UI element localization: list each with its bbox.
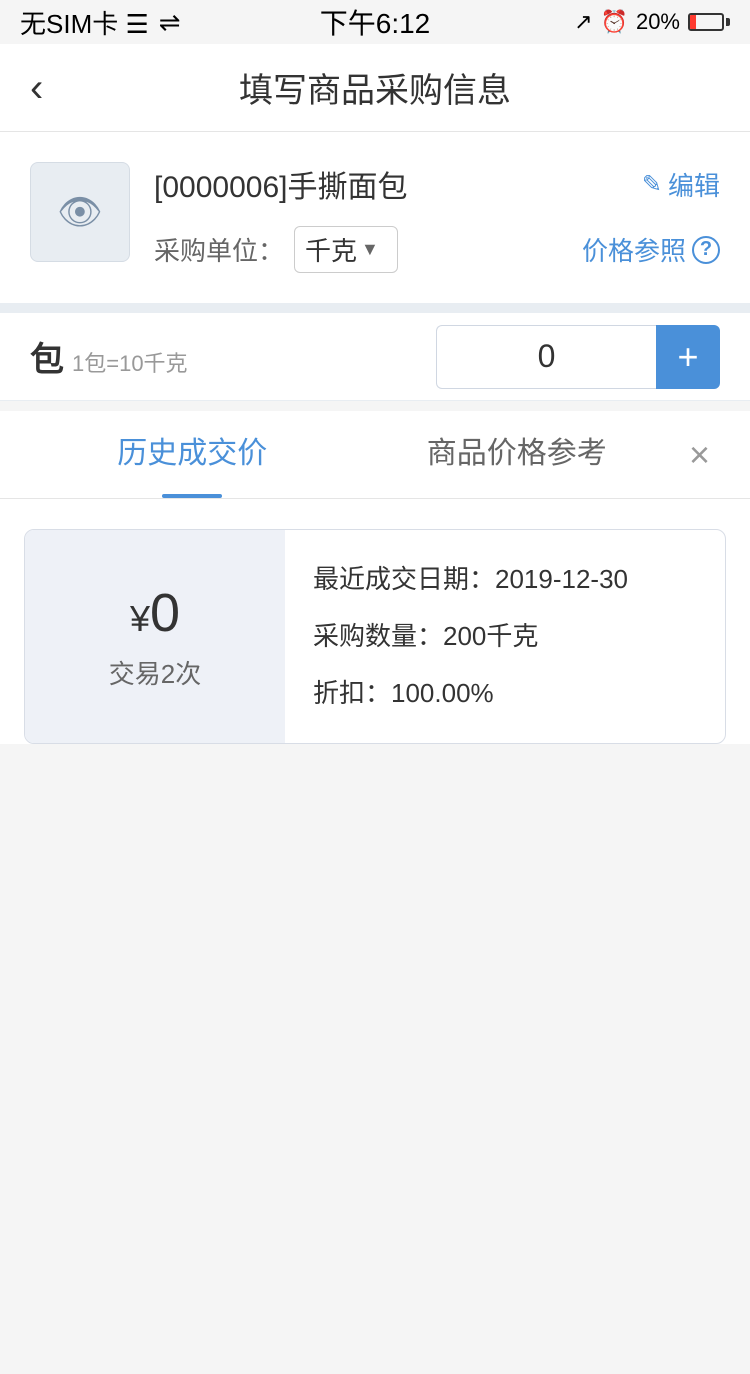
quantity-plus-button[interactable]: + [656,325,720,389]
tab-history-price[interactable]: 历史成交价 [30,411,354,498]
price-trades: 交易2次 [109,654,201,691]
unit-row: 采购单位： 千克 ▼ [154,226,398,273]
product-name: [0000006]手撕面包 [154,162,407,206]
product-meta: 采购单位： 千克 ▼ 价格参照 ? [154,226,720,273]
price-card: ¥0 交易2次 最近成交日期：2019-12-30 采购数量：200千克 折扣：… [24,529,726,744]
quantity-input-area: 0 + [188,325,720,389]
status-bar: 无SIM卡 ☰ ⇌ 下午6:12 ↗ ⏰ 20% [0,0,750,44]
price-discount-row: 折扣：100.00% [313,674,697,713]
page-title: 填写商品采购信息 [239,63,511,112]
product-thumb-icon: 👁 [57,191,103,233]
battery-icon [688,13,730,31]
status-time: 下午6:12 [320,2,431,42]
section-divider [0,303,750,313]
alarm-icon: ⏰ [601,9,628,35]
page-background [0,774,750,1374]
status-right: ↗ ⏰ 20% [574,9,730,35]
tabs-header: 历史成交价 商品价格参考 × [0,411,750,499]
tab-underline [162,494,222,498]
product-card: 👁 [0000006]手撕面包 ✎ 编辑 采购单位： 千克 ▼ 价格参照 [0,132,750,303]
quantity-input[interactable]: 0 [436,325,656,389]
product-thumbnail: 👁 [30,162,130,262]
price-amount: ¥0 [130,582,180,644]
tabs-panel: 历史成交价 商品价格参考 × ¥0 交易2次 最近成交日期：2019-12-30… [0,411,750,744]
edit-icon: ✎ [642,170,662,199]
status-carrier: 无SIM卡 ☰ ⇌ [20,4,181,41]
battery-tip [726,18,730,26]
wifi-icon: ⇌ [159,7,181,38]
price-ref-button[interactable]: 价格参照 ? [582,231,720,268]
unit-select[interactable]: 千克 ▼ [294,226,398,273]
product-info: [0000006]手撕面包 ✎ 编辑 采购单位： 千克 ▼ 价格参照 ? [154,162,720,273]
nav-bar: ‹ 填写商品采购信息 [0,44,750,132]
battery-fill [690,15,696,29]
location-icon: ↗ [574,9,592,35]
battery-percent: 20% [636,9,680,35]
price-qty-row: 采购数量：200千克 [313,617,697,656]
carrier-text: 无SIM卡 ☰ [20,4,149,41]
battery-body [688,13,724,31]
quantity-label: 包 1包=10千克 [30,332,188,381]
back-button[interactable]: ‹ [30,68,43,108]
tab-price-reference[interactable]: 商品价格参考 [354,411,678,498]
close-tab-button[interactable]: × [679,427,720,483]
product-header: [0000006]手撕面包 ✎ 编辑 [154,162,720,206]
dropdown-arrow-icon: ▼ [361,239,379,260]
edit-button[interactable]: ✎ 编辑 [642,166,720,203]
help-icon: ? [692,236,720,264]
price-card-left: ¥0 交易2次 [25,530,285,743]
quantity-row: 包 1包=10千克 0 + [0,313,750,401]
price-date-row: 最近成交日期：2019-12-30 [313,560,697,599]
price-card-right: 最近成交日期：2019-12-30 采购数量：200千克 折扣：100.00% [285,530,725,743]
